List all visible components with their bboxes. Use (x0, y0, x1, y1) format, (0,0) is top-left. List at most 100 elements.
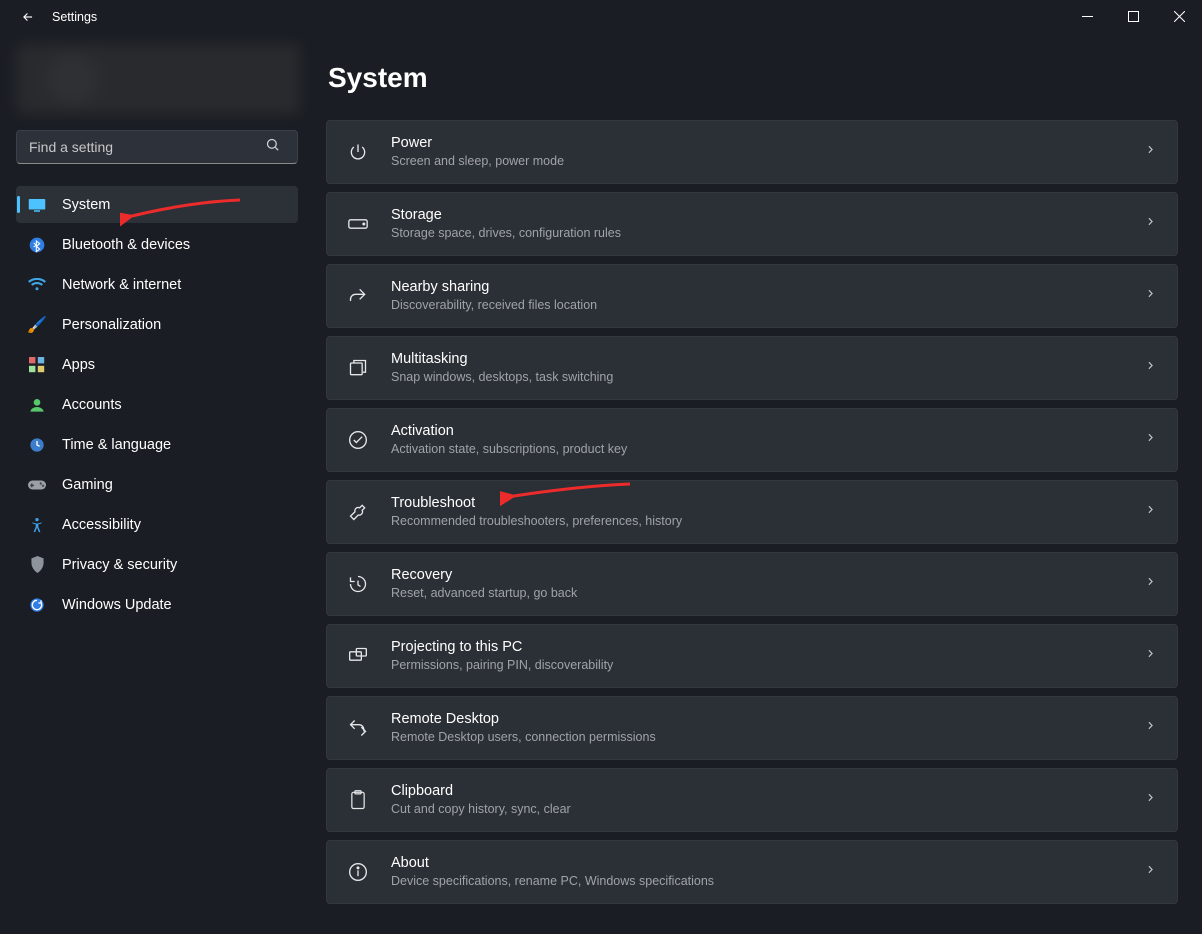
titlebar: Settings (0, 0, 1202, 34)
sidebar-item-label: System (62, 197, 110, 213)
maximize-button[interactable] (1110, 0, 1156, 32)
clock-icon (28, 436, 46, 454)
card-text: Nearby sharingDiscoverability, received … (391, 278, 1144, 315)
power-icon (347, 141, 369, 163)
card-text: StorageStorage space, drives, configurat… (391, 206, 1144, 243)
sidebar-item-accounts[interactable]: Accounts (16, 386, 298, 423)
sidebar-item-personalization[interactable]: 🖌️ Personalization (16, 306, 298, 343)
display-icon (28, 196, 46, 214)
chevron-right-icon (1144, 503, 1157, 521)
setting-card-projecting-to-this-pc[interactable]: Projecting to this PCPermissions, pairin… (326, 624, 1178, 688)
card-text: Remote DesktopRemote Desktop users, conn… (391, 710, 1144, 747)
settings-card-list: PowerScreen and sleep, power mode Storage… (326, 120, 1178, 904)
accessibility-icon (28, 516, 46, 534)
chevron-right-icon (1144, 575, 1157, 593)
setting-card-nearby-sharing[interactable]: Nearby sharingDiscoverability, received … (326, 264, 1178, 328)
back-button[interactable] (14, 3, 42, 31)
recovery-icon (347, 573, 369, 595)
info-icon (347, 861, 369, 883)
card-title: Clipboard (391, 782, 1144, 800)
nav-list: System Bluetooth & devices Network & inter… (16, 186, 298, 626)
sidebar-item-accessibility[interactable]: Accessibility (16, 506, 298, 543)
chevron-right-icon (1144, 215, 1157, 233)
sidebar-item-label: Bluetooth & devices (62, 237, 190, 253)
card-subtitle: Discoverability, received files location (391, 297, 1144, 315)
card-text: RecoveryReset, advanced startup, go back (391, 566, 1144, 603)
shield-icon (28, 556, 46, 574)
setting-card-recovery[interactable]: RecoveryReset, advanced startup, go back (326, 552, 1178, 616)
chevron-right-icon (1144, 719, 1157, 737)
card-subtitle: Reset, advanced startup, go back (391, 585, 1144, 603)
sidebar-item-label: Gaming (62, 477, 113, 493)
card-title: About (391, 854, 1144, 872)
sidebar-item-windows-update[interactable]: Windows Update (16, 586, 298, 623)
bluetooth-icon (28, 236, 46, 254)
clipboard-icon (347, 789, 369, 811)
sidebar-item-label: Time & language (62, 437, 171, 453)
card-subtitle: Snap windows, desktops, task switching (391, 369, 1144, 387)
card-subtitle: Screen and sleep, power mode (391, 153, 1144, 171)
search-input[interactable] (16, 130, 298, 164)
setting-card-multitasking[interactable]: MultitaskingSnap windows, desktops, task… (326, 336, 1178, 400)
update-icon (28, 596, 46, 614)
card-subtitle: Permissions, pairing PIN, discoverabilit… (391, 657, 1144, 675)
sidebar-item-time-language[interactable]: Time & language (16, 426, 298, 463)
sidebar: System Bluetooth & devices Network & inter… (0, 34, 310, 934)
setting-card-troubleshoot[interactable]: TroubleshootRecommended troubleshooters,… (326, 480, 1178, 544)
sidebar-item-privacy-security[interactable]: Privacy & security (16, 546, 298, 583)
multitask-icon (347, 357, 369, 379)
card-text: ActivationActivation state, subscription… (391, 422, 1144, 459)
search-wrapper (16, 130, 300, 164)
sidebar-item-label: Apps (62, 357, 95, 373)
card-title: Activation (391, 422, 1144, 440)
sidebar-item-system[interactable]: System (16, 186, 298, 223)
card-title: Recovery (391, 566, 1144, 584)
sidebar-item-label: Personalization (62, 317, 161, 333)
minimize-button[interactable] (1064, 0, 1110, 32)
card-text: TroubleshootRecommended troubleshooters,… (391, 494, 1144, 531)
setting-card-storage[interactable]: StorageStorage space, drives, configurat… (326, 192, 1178, 256)
apps-icon (28, 356, 46, 374)
sidebar-item-label: Windows Update (62, 597, 172, 613)
account-block[interactable] (16, 44, 300, 114)
setting-card-power[interactable]: PowerScreen and sleep, power mode (326, 120, 1178, 184)
storage-icon (347, 213, 369, 235)
app-title: Settings (52, 10, 97, 24)
card-text: AboutDevice specifications, rename PC, W… (391, 854, 1144, 891)
sidebar-item-label: Accounts (62, 397, 122, 413)
sidebar-item-label: Network & internet (62, 277, 181, 293)
chevron-right-icon (1144, 359, 1157, 377)
chevron-right-icon (1144, 647, 1157, 665)
card-text: Projecting to this PCPermissions, pairin… (391, 638, 1144, 675)
card-subtitle: Recommended troubleshooters, preferences… (391, 513, 1144, 531)
sidebar-item-apps[interactable]: Apps (16, 346, 298, 383)
project-icon (347, 645, 369, 667)
setting-card-about[interactable]: AboutDevice specifications, rename PC, W… (326, 840, 1178, 904)
chevron-right-icon (1144, 431, 1157, 449)
card-subtitle: Activation state, subscriptions, product… (391, 441, 1144, 459)
setting-card-clipboard[interactable]: ClipboardCut and copy history, sync, cle… (326, 768, 1178, 832)
card-text: PowerScreen and sleep, power mode (391, 134, 1144, 171)
wrench-icon (347, 501, 369, 523)
brush-icon: 🖌️ (28, 316, 46, 334)
chevron-right-icon (1144, 863, 1157, 881)
share-icon (347, 285, 369, 307)
close-button[interactable] (1156, 0, 1202, 32)
sidebar-item-gaming[interactable]: Gaming (16, 466, 298, 503)
card-subtitle: Device specifications, rename PC, Window… (391, 873, 1144, 891)
main-content: System PowerScreen and sleep, power mode… (310, 34, 1202, 934)
card-title: Remote Desktop (391, 710, 1144, 728)
sidebar-item-bluetooth-devices[interactable]: Bluetooth & devices (16, 226, 298, 263)
chevron-right-icon (1144, 287, 1157, 305)
wifi-icon (28, 276, 46, 294)
game-icon (28, 476, 46, 494)
setting-card-remote-desktop[interactable]: Remote DesktopRemote Desktop users, conn… (326, 696, 1178, 760)
check-circle-icon (347, 429, 369, 451)
setting-card-activation[interactable]: ActivationActivation state, subscription… (326, 408, 1178, 472)
card-title: Troubleshoot (391, 494, 1144, 512)
card-subtitle: Remote Desktop users, connection permiss… (391, 729, 1144, 747)
remote-icon (347, 717, 369, 739)
card-text: ClipboardCut and copy history, sync, cle… (391, 782, 1144, 819)
sidebar-item-network-internet[interactable]: Network & internet (16, 266, 298, 303)
chevron-right-icon (1144, 143, 1157, 161)
